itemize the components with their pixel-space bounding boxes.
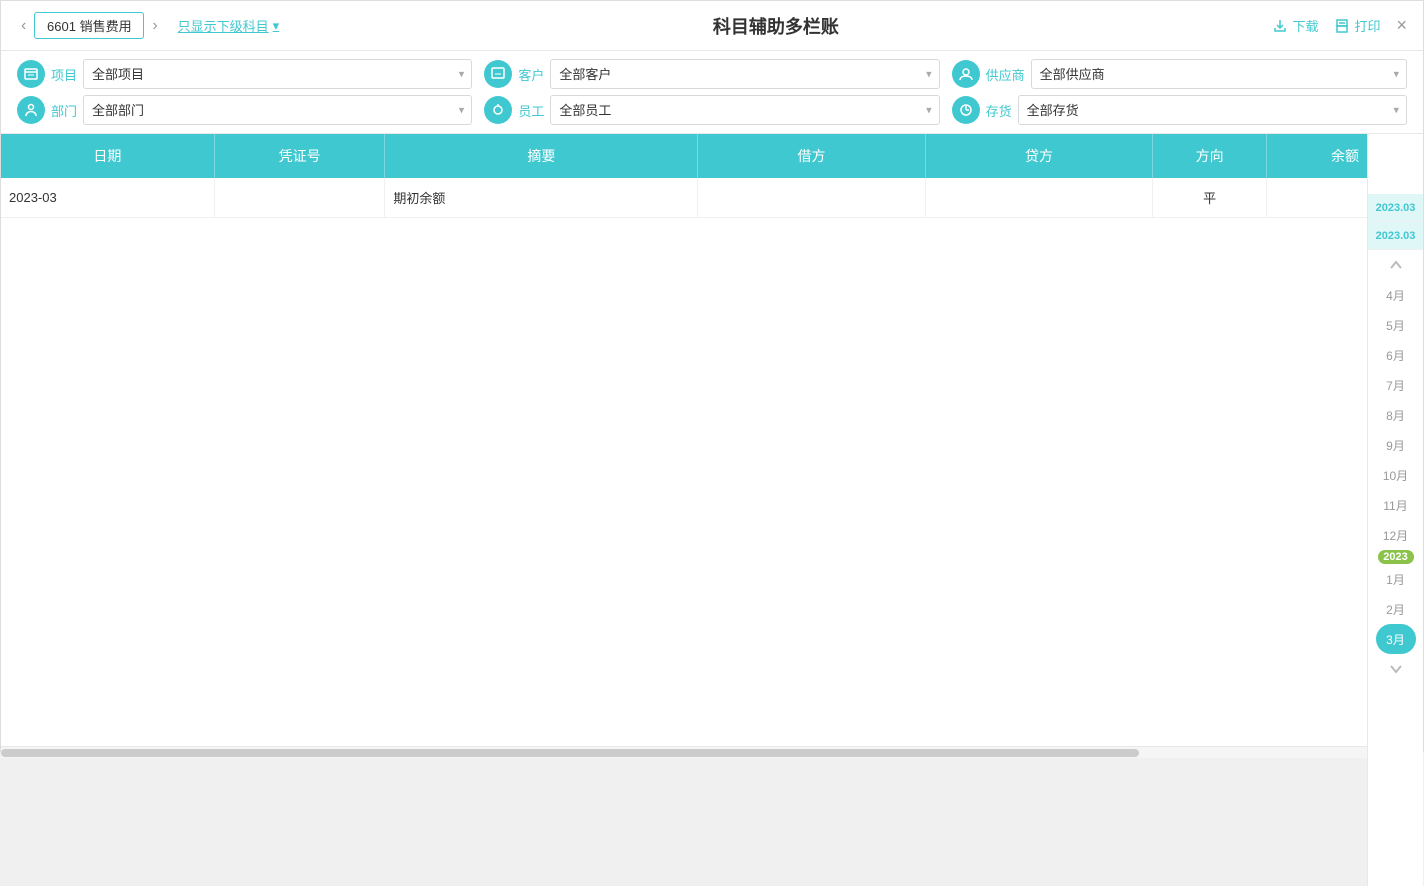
sidebar-month-6[interactable]: 6月 xyxy=(1376,340,1416,370)
filter-row-2: 部门 全部部门 ▾ 员工 xyxy=(17,95,1407,125)
sidebar-month-8[interactable]: 8月 xyxy=(1376,400,1416,430)
cell-credit xyxy=(925,178,1153,218)
filter-area: 项目 全部项目 ▾ 客户 xyxy=(1,51,1423,134)
print-btn[interactable]: 打印 xyxy=(1334,16,1380,35)
department-filter-item: 部门 全部部门 ▾ xyxy=(17,95,472,125)
project-label: 项目 xyxy=(51,65,77,84)
sidebar-year-2023[interactable]: 2023 xyxy=(1378,550,1414,564)
filter-row-1: 项目 全部项目 ▾ 客户 xyxy=(17,59,1407,89)
sidebar-down-btn[interactable] xyxy=(1376,654,1416,684)
sidebar-month-10[interactable]: 10月 xyxy=(1376,460,1416,490)
inventory-label: 存货 xyxy=(986,101,1012,120)
close-btn[interactable]: × xyxy=(1396,15,1407,36)
col-voucher: 凭证号 xyxy=(214,134,385,178)
supplier-select-wrapper: 全部供应商 ▾ xyxy=(1031,59,1407,89)
sidebar-month-9[interactable]: 9月 xyxy=(1376,430,1416,460)
inventory-filter-item: 存货 全部存货 ▾ xyxy=(952,95,1407,125)
supplier-label: 供应商 xyxy=(986,65,1025,84)
show-sub-label: 只显示下级科目 xyxy=(178,16,269,35)
project-icon xyxy=(17,60,45,88)
horizontal-scrollbar[interactable] xyxy=(1,746,1423,758)
main-window: ‹ 6601 销售费用 › 只显示下级科目 ▾ 科目辅助多栏账 下载 xyxy=(0,0,1424,752)
customer-select-wrapper: 全部客户 ▾ xyxy=(550,59,939,89)
table-container[interactable]: 日期 凭证号 摘要 借方 贷方 方向 余额 2023-03 xyxy=(1,134,1423,746)
scrollbar-thumb xyxy=(1,749,1139,757)
sidebar-up-btn[interactable] xyxy=(1376,250,1416,280)
download-btn[interactable]: 下载 xyxy=(1272,16,1318,35)
employee-filter-item: 员工 全部员工 ▾ xyxy=(484,95,939,125)
customer-select[interactable]: 全部客户 xyxy=(550,59,939,89)
employee-icon xyxy=(484,96,512,124)
employee-select-wrapper: 全部员工 ▾ xyxy=(550,95,939,125)
show-sub-btn[interactable]: 只显示下级科目 ▾ xyxy=(178,16,280,35)
supplier-filter-item: 供应商 全部供应商 ▾ xyxy=(952,59,1407,89)
col-summary: 摘要 xyxy=(385,134,698,178)
cell-summary: 期初余额 xyxy=(385,178,698,218)
department-select-wrapper: 全部部门 ▾ xyxy=(83,95,472,125)
toolbar-right: 下载 打印 xyxy=(1272,16,1380,35)
col-date: 日期 xyxy=(1,134,214,178)
table-row: 2023-03 期初余额 平 xyxy=(1,178,1423,218)
sidebar-month-1[interactable]: 1月 xyxy=(1376,564,1416,594)
customer-filter-item: 客户 全部客户 ▾ xyxy=(484,59,939,89)
sidebar-month-5[interactable]: 5月 xyxy=(1376,310,1416,340)
customer-icon xyxy=(484,60,512,88)
department-label: 部门 xyxy=(51,101,77,120)
employee-select[interactable]: 全部员工 xyxy=(550,95,939,125)
inventory-icon xyxy=(952,96,980,124)
prev-account-btn[interactable]: ‹ xyxy=(17,17,30,35)
col-debit: 借方 xyxy=(698,134,926,178)
sidebar-month-2[interactable]: 2月 xyxy=(1376,594,1416,624)
sidebar-month-4[interactable]: 4月 xyxy=(1376,280,1416,310)
col-credit: 贷方 xyxy=(925,134,1153,178)
project-filter-item: 项目 全部项目 ▾ xyxy=(17,59,472,89)
col-direction: 方向 xyxy=(1153,134,1267,178)
inventory-select[interactable]: 全部存货 xyxy=(1018,95,1407,125)
sidebar-month-3-active[interactable]: 3月 xyxy=(1376,624,1416,654)
cell-voucher xyxy=(214,178,385,218)
page-title: 科目辅助多栏账 xyxy=(279,13,1272,39)
ledger-table: 日期 凭证号 摘要 借方 贷方 方向 余额 2023-03 xyxy=(1,134,1423,218)
sidebar-month-12[interactable]: 12月 xyxy=(1376,520,1416,550)
top-bar: ‹ 6601 销售费用 › 只显示下级科目 ▾ 科目辅助多栏账 下载 xyxy=(1,1,1423,51)
sidebar-period-2023-03-2[interactable]: 2023.03 xyxy=(1368,222,1424,250)
cell-direction: 平 xyxy=(1153,178,1267,218)
sidebar-month-11[interactable]: 11月 xyxy=(1376,490,1416,520)
content-area: 日期 凭证号 摘要 借方 贷方 方向 余额 2023-03 xyxy=(1,134,1423,758)
download-icon xyxy=(1272,18,1288,34)
print-icon xyxy=(1334,18,1350,34)
project-select-wrapper: 全部项目 ▾ xyxy=(83,59,472,89)
project-select[interactable]: 全部项目 xyxy=(83,59,472,89)
cell-debit xyxy=(698,178,926,218)
account-code-display: 6601 销售费用 xyxy=(34,12,144,39)
table-area: 日期 凭证号 摘要 借方 贷方 方向 余额 2023-03 xyxy=(1,134,1423,758)
department-icon xyxy=(17,96,45,124)
next-account-btn[interactable]: › xyxy=(148,17,161,35)
employee-label: 员工 xyxy=(518,101,544,120)
inventory-select-wrapper: 全部存货 ▾ xyxy=(1018,95,1407,125)
supplier-select[interactable]: 全部供应商 xyxy=(1031,59,1407,89)
sidebar-period-2023-03-1[interactable]: 2023.03 xyxy=(1368,194,1424,222)
department-select[interactable]: 全部部门 xyxy=(83,95,472,125)
cell-date: 2023-03 xyxy=(1,178,214,218)
right-sidebar: 2023.03 2023.03 4月 5月 6月 7月 8月 9月 10月 11… xyxy=(1367,134,1423,886)
sidebar-month-7[interactable]: 7月 xyxy=(1376,370,1416,400)
customer-label: 客户 xyxy=(518,65,544,84)
supplier-icon xyxy=(952,60,980,88)
